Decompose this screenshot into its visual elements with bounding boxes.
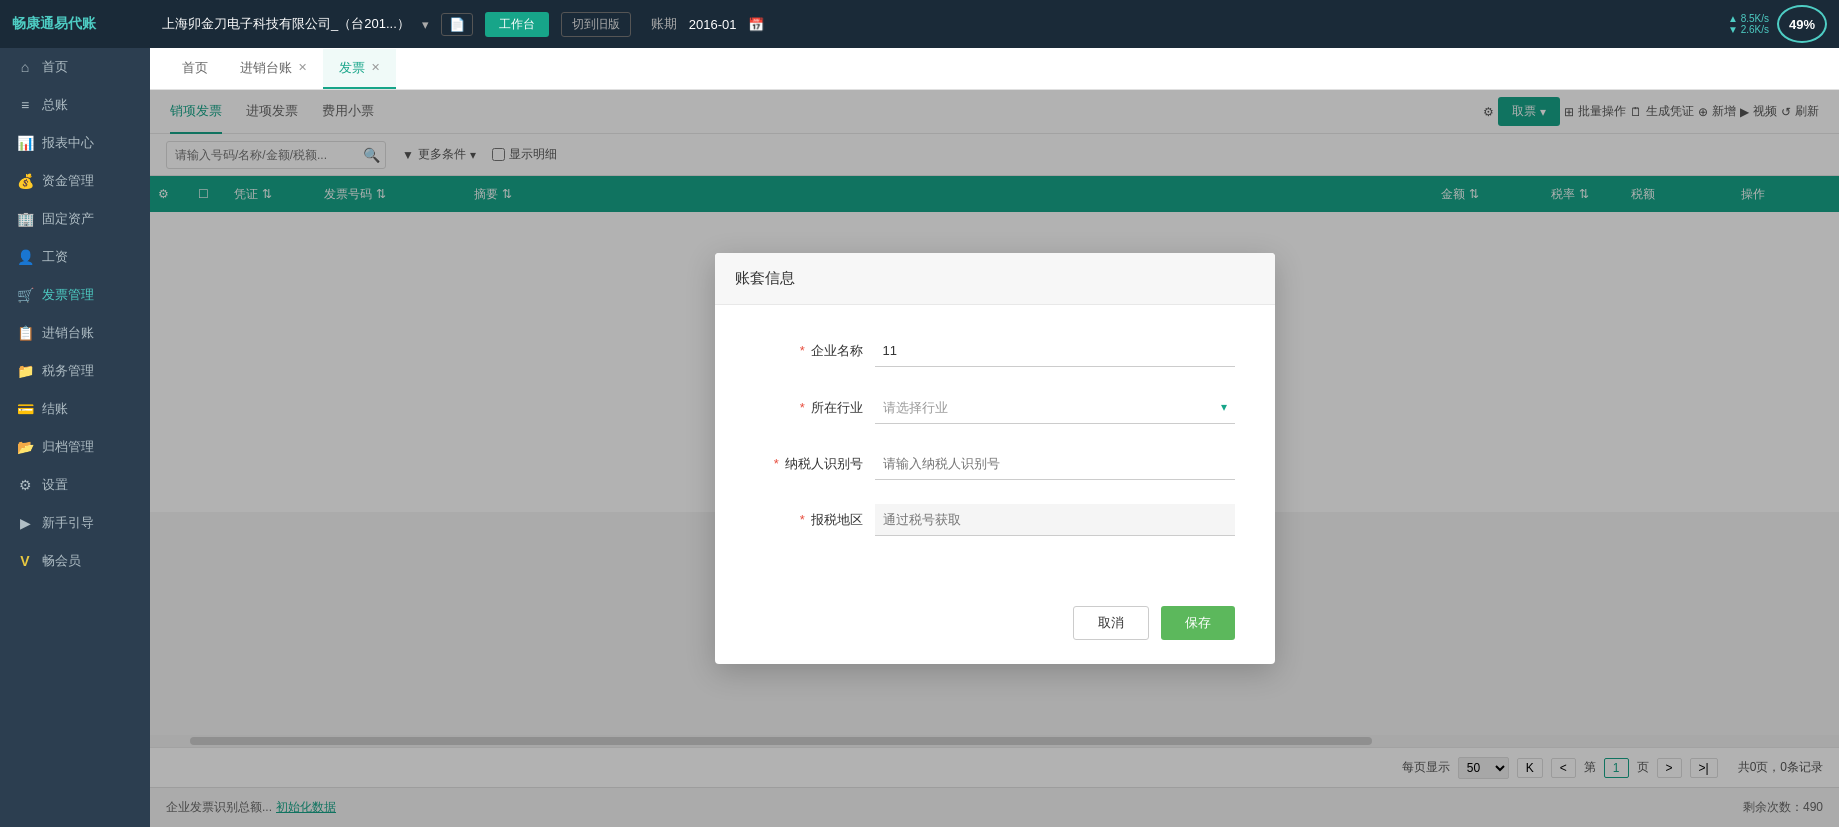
guide-icon: ▶	[16, 515, 34, 531]
form-row-company: * 企业名称	[755, 335, 1235, 367]
archive-icon: 📂	[16, 439, 34, 455]
save-button[interactable]: 保存	[1161, 606, 1235, 640]
dialog-overlay: 账套信息 * 企业名称 * 所在行业	[150, 90, 1839, 827]
sidebar-item-label: 报表中心	[42, 134, 94, 152]
topbar-right: ▲ 8.5K/s ▼ 2.6K/s 49%	[1728, 5, 1827, 43]
sidebar-item-label: 归档管理	[42, 438, 94, 456]
cancel-button[interactable]: 取消	[1073, 606, 1149, 640]
sidebar-item-report[interactable]: 📊 报表中心	[0, 124, 150, 162]
calendar-icon[interactable]: 📅	[748, 17, 764, 32]
main-area: 上海卯金刀电子科技有限公司_（台201...） ▾ 📄 工作台 切到旧版 账期 …	[150, 0, 1839, 827]
asset-icon: 🏢	[16, 211, 34, 227]
sidebar-item-label: 畅会员	[42, 552, 81, 570]
sidebar-item-purchase[interactable]: 📋 进销台账	[0, 314, 150, 352]
sidebar-item-label: 资金管理	[42, 172, 94, 190]
dialog-title: 账套信息	[735, 269, 795, 286]
required-star2: *	[800, 400, 805, 415]
sidebar-item-home[interactable]: ⌂ 首页	[0, 48, 150, 86]
sidebar-item-archive[interactable]: 📂 归档管理	[0, 428, 150, 466]
switch-old-button[interactable]: 切到旧版	[561, 12, 631, 37]
home-icon: ⌂	[16, 59, 34, 75]
sidebar-item-salary[interactable]: 👤 工资	[0, 238, 150, 276]
invoice-icon: 🛒	[16, 287, 34, 303]
topbar: 上海卯金刀电子科技有限公司_（台201...） ▾ 📄 工作台 切到旧版 账期 …	[150, 0, 1839, 48]
sidebar-item-settings[interactable]: ⚙ 设置	[0, 466, 150, 504]
tab-home[interactable]: 首页	[166, 49, 224, 89]
account-info-dialog: 账套信息 * 企业名称 * 所在行业	[715, 253, 1275, 664]
company-name-label: * 企业名称	[755, 342, 875, 360]
industry-select[interactable]: 请选择行业	[875, 391, 1235, 423]
sidebar-item-label: 首页	[42, 58, 68, 76]
period-label: 账期	[651, 15, 677, 33]
sidebar-item-label: 总账	[42, 96, 68, 114]
sidebar-item-label: 结账	[42, 400, 68, 418]
period-value: 2016-01	[689, 17, 737, 32]
sidebar: 畅康通易代账 ⌂ 首页 ≡ 总账 📊 报表中心 💰 资金管理 🏢 固定资产 👤 …	[0, 0, 150, 827]
dialog-header: 账套信息	[715, 253, 1275, 305]
salary-icon: 👤	[16, 249, 34, 265]
sidebar-item-settlement[interactable]: 💳 结账	[0, 390, 150, 428]
workbench-button[interactable]: 工作台	[485, 12, 549, 37]
settlement-icon: 💳	[16, 401, 34, 417]
tab-purchase-label: 进销台账	[240, 59, 292, 77]
sidebar-item-asset[interactable]: 🏢 固定资产	[0, 200, 150, 238]
logo-text: 畅康通易代账	[12, 15, 96, 33]
content-area: 销项发票 进项发票 费用小票 ⚙ 取票 ▾ ⊞ 批量操作	[150, 90, 1839, 827]
tax-region-label: * 报税地区	[755, 511, 875, 529]
dialog-body: * 企业名称 * 所在行业 请选择行业	[715, 305, 1275, 590]
company-name: 上海卯金刀电子科技有限公司_（台201...）	[162, 15, 410, 33]
sidebar-item-label: 固定资产	[42, 210, 94, 228]
company-name-input[interactable]	[875, 335, 1235, 367]
report-icon: 📊	[16, 135, 34, 151]
speed-pct: 49%	[1789, 17, 1815, 32]
capital-icon: 💰	[16, 173, 34, 189]
form-row-tax-region: * 报税地区	[755, 504, 1235, 536]
sidebar-item-label: 工资	[42, 248, 68, 266]
tax-id-input[interactable]	[875, 448, 1235, 480]
sidebar-item-invoice[interactable]: 🛒 发票管理	[0, 276, 150, 314]
ledger-icon: ≡	[16, 97, 34, 113]
tab-invoice[interactable]: 发票 ✕	[323, 49, 396, 89]
sidebar-item-tax[interactable]: 📁 税务管理	[0, 352, 150, 390]
speed-indicator: 49%	[1777, 5, 1827, 43]
sidebar-item-ledger[interactable]: ≡ 总账	[0, 86, 150, 124]
settings-icon: ⚙	[16, 477, 34, 493]
sidebar-item-capital[interactable]: 💰 资金管理	[0, 162, 150, 200]
sidebar-item-label: 设置	[42, 476, 68, 494]
speed-up: ▲ 8.5K/s	[1728, 13, 1769, 24]
sidebar-item-label: 进销台账	[42, 324, 94, 342]
app-logo: 畅康通易代账	[0, 0, 150, 48]
industry-label: * 所在行业	[755, 399, 875, 417]
purchase-icon: 📋	[16, 325, 34, 341]
sidebar-item-label: 税务管理	[42, 362, 94, 380]
tab-purchase-close[interactable]: ✕	[298, 61, 307, 74]
sidebar-item-guide[interactable]: ▶ 新手引导	[0, 504, 150, 542]
tab-invoice-label: 发票	[339, 59, 365, 77]
tax-region-input	[875, 504, 1235, 536]
speed-down: ▼ 2.6K/s	[1728, 24, 1769, 35]
sidebar-item-member[interactable]: V 畅会员	[0, 542, 150, 580]
required-star: *	[800, 343, 805, 358]
form-row-industry: * 所在行业 请选择行业 ▾	[755, 391, 1235, 424]
required-star4: *	[800, 512, 805, 527]
tab-purchase[interactable]: 进销台账 ✕	[224, 49, 323, 89]
industry-select-wrapper: 请选择行业 ▾	[875, 391, 1235, 424]
tab-invoice-close[interactable]: ✕	[371, 61, 380, 74]
form-row-tax-id: * 纳税人识别号	[755, 448, 1235, 480]
sidebar-item-label: 新手引导	[42, 514, 94, 532]
tax-id-label: * 纳税人识别号	[755, 455, 875, 473]
dialog-footer: 取消 保存	[715, 590, 1275, 664]
tax-icon: 📁	[16, 363, 34, 379]
sidebar-item-label: 发票管理	[42, 286, 94, 304]
document-icon-btn[interactable]: 📄	[441, 13, 473, 36]
tab-home-label: 首页	[182, 59, 208, 77]
tabbar: 首页 进销台账 ✕ 发票 ✕	[150, 48, 1839, 90]
member-icon: V	[16, 553, 34, 569]
company-expand-icon[interactable]: ▾	[422, 17, 429, 32]
required-star3: *	[774, 456, 779, 471]
